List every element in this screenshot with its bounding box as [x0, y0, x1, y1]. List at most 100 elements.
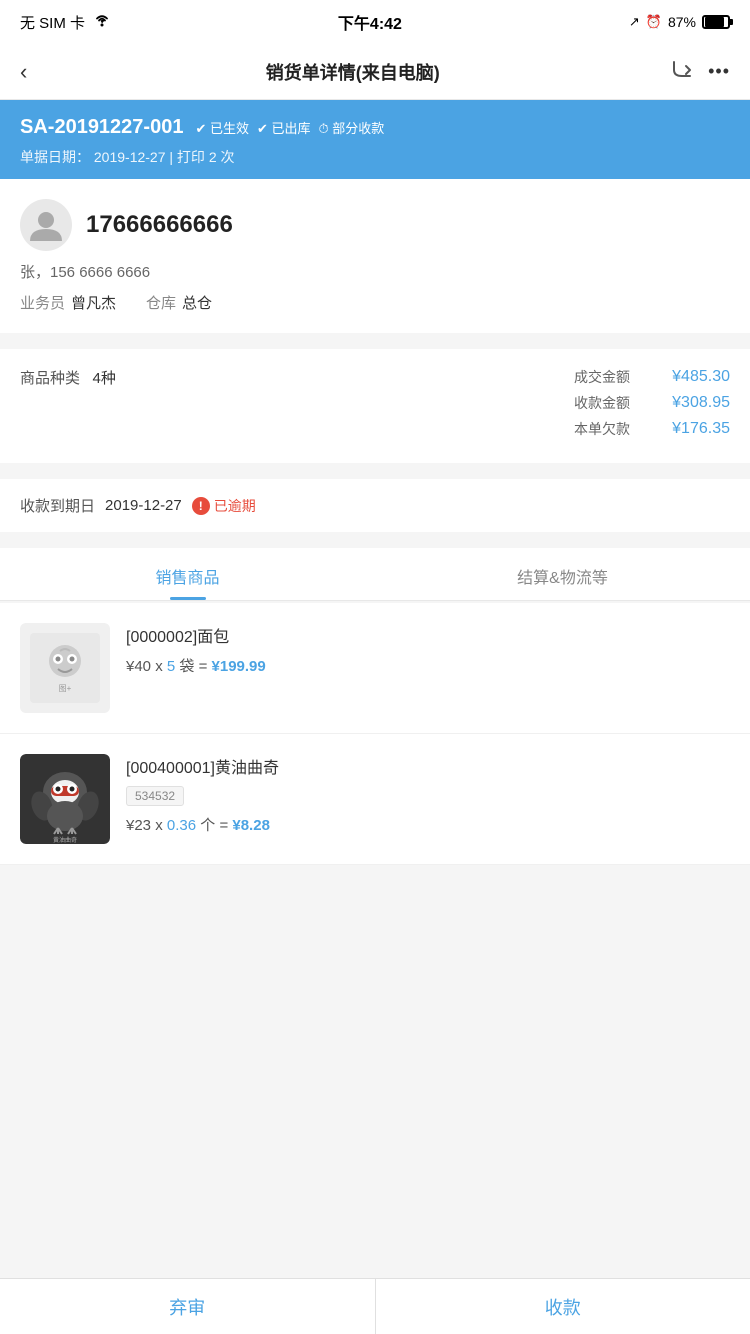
product-item: 图+ [0000002]面包 ¥40 x 5 袋 = ¥199.99: [0, 603, 750, 734]
product-qty-1: 5: [167, 658, 175, 675]
amount-value: ¥485.30: [650, 368, 730, 386]
debt-value: ¥176.35: [650, 420, 730, 438]
product-item-2: 黄油曲奇 [000400001]黄油曲奇 534532 ¥23 x 0.36 个…: [0, 734, 750, 865]
collect-payment-button[interactable]: 收款: [376, 1279, 750, 1334]
avatar: [20, 199, 72, 251]
order-meta-date: 2019-12-27: [94, 149, 166, 165]
status-bar: 无 SIM 卡 下午4:42 ↗ ⏰ 87%: [0, 0, 750, 44]
warehouse-label: 仓库: [146, 292, 176, 313]
products-section: 图+ [0000002]面包 ¥40 x 5 袋 = ¥199.99: [0, 603, 750, 865]
product-total-1: ¥199.99: [212, 658, 266, 675]
more-button[interactable]: •••: [708, 61, 730, 82]
battery-percent: 87%: [668, 14, 696, 30]
customer-phone: 17666666666: [86, 211, 233, 239]
tab-products-label: 销售商品: [155, 570, 219, 587]
sales-label: 业务员: [20, 292, 65, 313]
nav-actions: •••: [670, 58, 730, 86]
product-unit-price-1: ¥40: [126, 658, 151, 675]
bottom-bar: 弃审 收款: [0, 1278, 750, 1334]
status-left: 无 SIM 卡: [20, 12, 111, 33]
separator-1: [0, 341, 750, 349]
status-effected: ✔ 已生效: [195, 118, 249, 137]
product-name-1: [0000002]面包: [126, 623, 730, 647]
product-info-1: [0000002]面包 ¥40 x 5 袋 = ¥199.99: [126, 623, 730, 676]
discard-button[interactable]: 弃审: [0, 1279, 376, 1334]
order-meta-date-label: 单据日期：: [20, 149, 90, 165]
tabs-bar: 销售商品 结算&物流等: [0, 548, 750, 601]
carrier-text: 无 SIM 卡: [20, 12, 85, 33]
location-icon: ↗: [629, 14, 640, 30]
due-label: 收款到期日: [20, 495, 95, 516]
tab-products[interactable]: 销售商品: [0, 548, 375, 600]
product-thumb-2: 黄油曲奇: [20, 754, 110, 844]
stats-left: 商品种类 4种: [20, 367, 116, 388]
product-multiply-2: x: [155, 817, 167, 834]
amount-row: 成交金额 ¥485.30: [574, 367, 730, 387]
sales-name: 曾凡杰: [71, 292, 116, 313]
status-time: 下午4:42: [338, 10, 402, 34]
order-meta-print: | 打印 2 次: [169, 149, 234, 165]
product-qty-2: 0.36: [167, 817, 196, 834]
overdue-badge: ! 已逾期: [192, 496, 256, 516]
due-section: 收款到期日 2019-12-27 ! 已逾期: [0, 479, 750, 532]
product-code-1: [0000002]: [126, 629, 197, 646]
product-thumb-1: 图+: [20, 623, 110, 713]
product-image-1: 图+: [30, 633, 100, 703]
order-id: SA-20191227-001: [20, 116, 183, 139]
due-date: 2019-12-27: [105, 497, 182, 514]
svg-text:黄油曲奇: 黄油曲奇: [53, 836, 77, 844]
status-shipped: ✔ 已出库: [257, 118, 311, 137]
product-price-2: ¥23 x 0.36 个 = ¥8.28: [126, 814, 730, 835]
order-banner: SA-20191227-001 ✔ 已生效 ✔ 已出库 ⏱ 部分收款 单据日期：…: [0, 100, 750, 179]
back-button[interactable]: ‹: [12, 51, 35, 93]
product-total-2: ¥8.28: [232, 817, 270, 834]
product-equals-2: =: [219, 817, 232, 834]
amount-label: 成交金额: [574, 367, 630, 387]
tab-settlement[interactable]: 结算&物流等: [375, 548, 750, 600]
separator-3: [0, 540, 750, 548]
tabs-section: 销售商品 结算&物流等: [0, 548, 750, 601]
debt-row: 本单欠款 ¥176.35: [574, 419, 730, 439]
product-title-2: 黄油曲奇: [215, 760, 279, 777]
product-multiply-1: x: [155, 658, 167, 675]
received-label: 收款金额: [574, 393, 630, 413]
status-right: ↗ ⏰ 87%: [629, 14, 730, 30]
overdue-text: 已逾期: [214, 496, 256, 516]
warehouse-name: 总仓: [182, 292, 212, 313]
order-banner-top: SA-20191227-001 ✔ 已生效 ✔ 已出库 ⏱ 部分收款: [20, 116, 730, 139]
product-name-2: [000400001]黄油曲奇: [126, 754, 730, 778]
customer-sub: 张，156 6666 6666: [20, 261, 730, 282]
product-price-1: ¥40 x 5 袋 = ¥199.99: [126, 655, 730, 676]
svg-text:图+: 图+: [59, 684, 72, 693]
avatar-icon: [28, 207, 64, 243]
bottom-spacer: [0, 865, 750, 945]
nav-bar: ‹ 销货单详情(来自电脑) •••: [0, 44, 750, 100]
page-title: 销货单详情(来自电脑): [35, 59, 670, 85]
product-unit-price-2: ¥23: [126, 817, 151, 834]
customer-top: 17666666666: [20, 199, 730, 251]
status-tags: ✔ 已生效 ✔ 已出库 ⏱ 部分收款: [195, 118, 384, 137]
product-info-2: [000400001]黄油曲奇 534532 ¥23 x 0.36 个 = ¥8…: [126, 754, 730, 835]
product-unit-1: 袋: [179, 658, 194, 675]
product-title-1: 面包: [197, 629, 229, 646]
stats-right: 成交金额 ¥485.30 收款金额 ¥308.95 本单欠款 ¥176.35: [574, 367, 730, 445]
product-equals-1: =: [199, 658, 212, 675]
separator-2: [0, 471, 750, 479]
tab-settlement-label: 结算&物流等: [517, 570, 608, 587]
received-value: ¥308.95: [650, 394, 730, 412]
alarm-icon: ⏰: [646, 14, 662, 30]
order-meta: 单据日期： 2019-12-27 | 打印 2 次: [20, 147, 730, 167]
customer-section: 17666666666 张，156 6666 6666 业务员 曾凡杰 仓库 总…: [0, 179, 750, 333]
wifi-icon: [93, 13, 111, 31]
share-button[interactable]: [670, 58, 692, 86]
status-partial: ⏱ 部分收款: [319, 118, 385, 137]
type-count: 4种: [93, 370, 116, 387]
received-row: 收款金额 ¥308.95: [574, 393, 730, 413]
battery-icon: [702, 15, 730, 29]
customer-detail: 业务员 曾凡杰 仓库 总仓: [20, 292, 730, 313]
product-image-2: 黄油曲奇: [20, 754, 110, 844]
type-label: 商品种类: [20, 370, 80, 387]
stats-section: 商品种类 4种 成交金额 ¥485.30 收款金额 ¥308.95 本单欠款 ¥…: [0, 349, 750, 463]
product-sku-2: 534532: [126, 786, 184, 806]
product-code-2: [000400001]: [126, 760, 215, 777]
